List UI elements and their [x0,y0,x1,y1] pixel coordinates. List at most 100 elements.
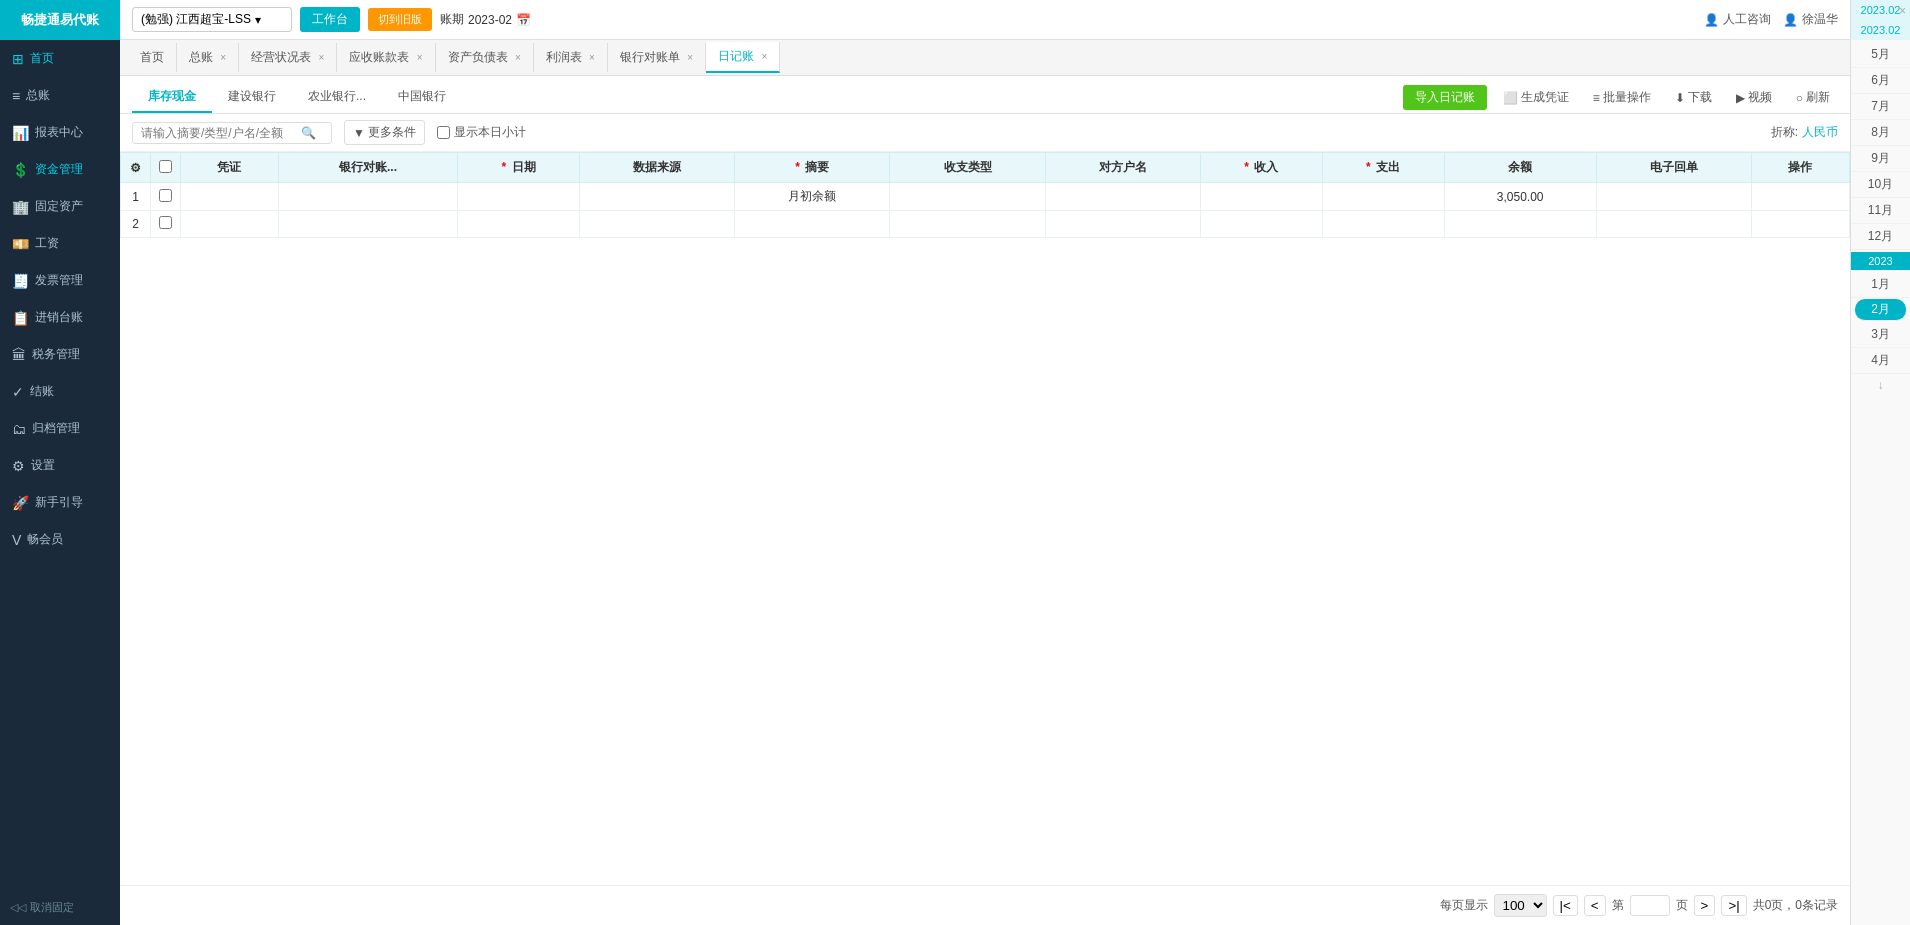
toolbar: 🔍 ▼ 更多条件 显示本日小计 折称: 人民币 [120,114,1850,152]
tab-profit-close[interactable]: × [589,52,595,63]
per-page-select[interactable]: 100 [1494,894,1547,917]
month-7[interactable]: 7月 [1851,94,1910,120]
sidebar-item-salary[interactable]: 💴 工资 [0,225,120,262]
row1-expense [1322,183,1444,211]
month-2-active[interactable]: 2月 [1855,299,1906,321]
month-8[interactable]: 8月 [1851,120,1910,146]
row2-checkbox[interactable] [151,211,181,238]
refresh-btn[interactable]: ○ 刷新 [1788,85,1838,110]
batch-op-btn[interactable]: ≡ 批量操作 [1585,85,1659,110]
curr-year-header[interactable]: 2023.02 [1851,20,1910,40]
user-profile[interactable]: 👤 徐温华 [1783,11,1838,28]
month-5[interactable]: 5月 [1851,42,1910,68]
month-1[interactable]: 1月 [1851,272,1910,298]
tab-business-close[interactable]: × [319,52,325,63]
tab-journal[interactable]: 日记账 × [706,42,780,73]
down-arrow-icon: ↓ [1878,378,1884,392]
sidebar-item-finance[interactable]: 💲 资金管理 [0,151,120,188]
show-daily-input[interactable] [437,126,450,139]
tab-ledger-close[interactable]: × [220,52,226,63]
subtab-cash[interactable]: 库存现金 [132,82,212,113]
subtab-abc[interactable]: 农业银行... [292,82,382,113]
tab-balance-sheet[interactable]: 资产负债表 × [436,43,534,72]
unpin-btn[interactable]: ◁◁ 取消固定 [0,890,120,925]
sidebar-item-member[interactable]: V 畅会员 [0,521,120,558]
tab-receivable[interactable]: 应收账款表 × [337,43,435,72]
tab-bar: 首页 总账 × 经营状况表 × 应收账款表 × 资产负债表 × 利润表 × 银行… [120,40,1850,76]
download-btn[interactable]: ⬇ 下载 [1667,85,1720,110]
sidebar-item-guide[interactable]: 🚀 新手引导 [0,484,120,521]
sidebar-item-settings[interactable]: ⚙ 设置 [0,447,120,484]
month-12[interactable]: 12月 [1851,224,1910,250]
generate-voucher-btn[interactable]: ⬜ 生成凭证 [1495,85,1577,110]
calendar-close-btn[interactable]: × [1899,4,1906,18]
workbench-button[interactable]: 工作台 [300,7,360,32]
sidebar-item-tax[interactable]: 🏛 税务管理 [0,336,120,373]
generate-icon: ⬜ [1503,91,1518,105]
row2-income [1200,211,1322,238]
search-input[interactable] [141,126,301,140]
sidebar-item-ledger[interactable]: ≡ 总账 [0,77,120,114]
currency-value[interactable]: 人民币 [1802,124,1838,141]
next-page-btn[interactable]: > [1694,895,1716,916]
prev-page-btn[interactable]: < [1584,895,1606,916]
filter-btn[interactable]: ▼ 更多条件 [344,120,425,145]
period-edit-icon[interactable]: 📅 [516,13,531,27]
tab-profit[interactable]: 利润表 × [534,43,608,72]
row2-num: 2 [121,211,151,238]
tab-bank-statement[interactable]: 银行对账单 × [608,43,706,72]
month-9[interactable]: 9月 [1851,146,1910,172]
sidebar-item-close[interactable]: ✓ 结账 [0,373,120,410]
search-box[interactable]: 🔍 [132,122,332,144]
sidebar-label-reports: 报表中心 [35,124,83,141]
sidebar-item-reports[interactable]: 📊 报表中心 [0,114,120,151]
tab-balance-sheet-close[interactable]: × [515,52,521,63]
sidebar-item-stockbook[interactable]: 📋 进销台账 [0,299,120,336]
first-page-btn[interactable]: |< [1553,895,1578,916]
search-icon[interactable]: 🔍 [301,126,316,140]
period-button[interactable]: 切到旧版 [368,8,432,31]
consultant-btn[interactable]: 👤 人工咨询 [1704,11,1771,28]
tab-ledger[interactable]: 总账 × [177,43,239,72]
period-label: 账期 [440,11,464,28]
subtab-ccb[interactable]: 建设银行 [212,82,292,113]
period-value: 2023-02 [468,13,512,27]
sidebar-item-home[interactable]: ⊞ 首页 [0,40,120,77]
tab-balance-sheet-label: 资产负债表 [448,50,508,64]
col-checkbox[interactable] [151,153,181,183]
month-3[interactable]: 3月 [1851,322,1910,348]
month-10[interactable]: 10月 [1851,172,1910,198]
top-right-area: 👤 人工咨询 👤 徐温华 [1704,11,1838,28]
sidebar-label-member: 畅会员 [27,531,63,548]
sidebar-item-invoice[interactable]: 🧾 发票管理 [0,262,120,299]
calendar-down-btn[interactable]: ↓ [1851,374,1910,396]
row1-checkbox[interactable] [151,183,181,211]
show-daily-checkbox[interactable]: 显示本日小计 [437,124,526,141]
tab-receivable-close[interactable]: × [417,52,423,63]
month-11[interactable]: 11月 [1851,198,1910,224]
tab-business[interactable]: 经营状况表 × [239,43,337,72]
sidebar-item-archive[interactable]: 🗂 归档管理 [0,410,120,447]
month-4[interactable]: 4月 [1851,348,1910,374]
top-header: (勉强) 江西超宝-LSS ▾ 工作台 切到旧版 账期 2023-02 📅 👤 … [120,0,1850,40]
row2-source [579,211,734,238]
month-6[interactable]: 6月 [1851,68,1910,94]
import-journal-btn[interactable]: 导入日记账 [1403,85,1487,110]
finance-icon: 💲 [12,162,29,178]
page-input[interactable]: 1 [1630,895,1670,916]
subtab-ccb-label: 建设银行 [228,89,276,103]
last-page-btn[interactable]: >| [1721,895,1746,916]
tab-home[interactable]: 首页 [128,43,177,72]
row2-partner [1045,211,1200,238]
tab-journal-close[interactable]: × [761,51,767,62]
video-btn[interactable]: ▶ 视频 [1728,85,1780,110]
select-all-checkbox[interactable] [159,160,172,173]
download-icon: ⬇ [1675,91,1685,105]
company-selector[interactable]: (勉强) 江西超宝-LSS ▾ [132,7,292,32]
gear-icon[interactable]: ⚙ [130,161,141,175]
subtab-boc[interactable]: 中国银行 [382,82,462,113]
sidebar-item-assets[interactable]: 🏢 固定资产 [0,188,120,225]
sidebar-label-tax: 税务管理 [32,346,80,363]
col-gear[interactable]: ⚙ [121,153,151,183]
tab-bank-statement-close[interactable]: × [687,52,693,63]
